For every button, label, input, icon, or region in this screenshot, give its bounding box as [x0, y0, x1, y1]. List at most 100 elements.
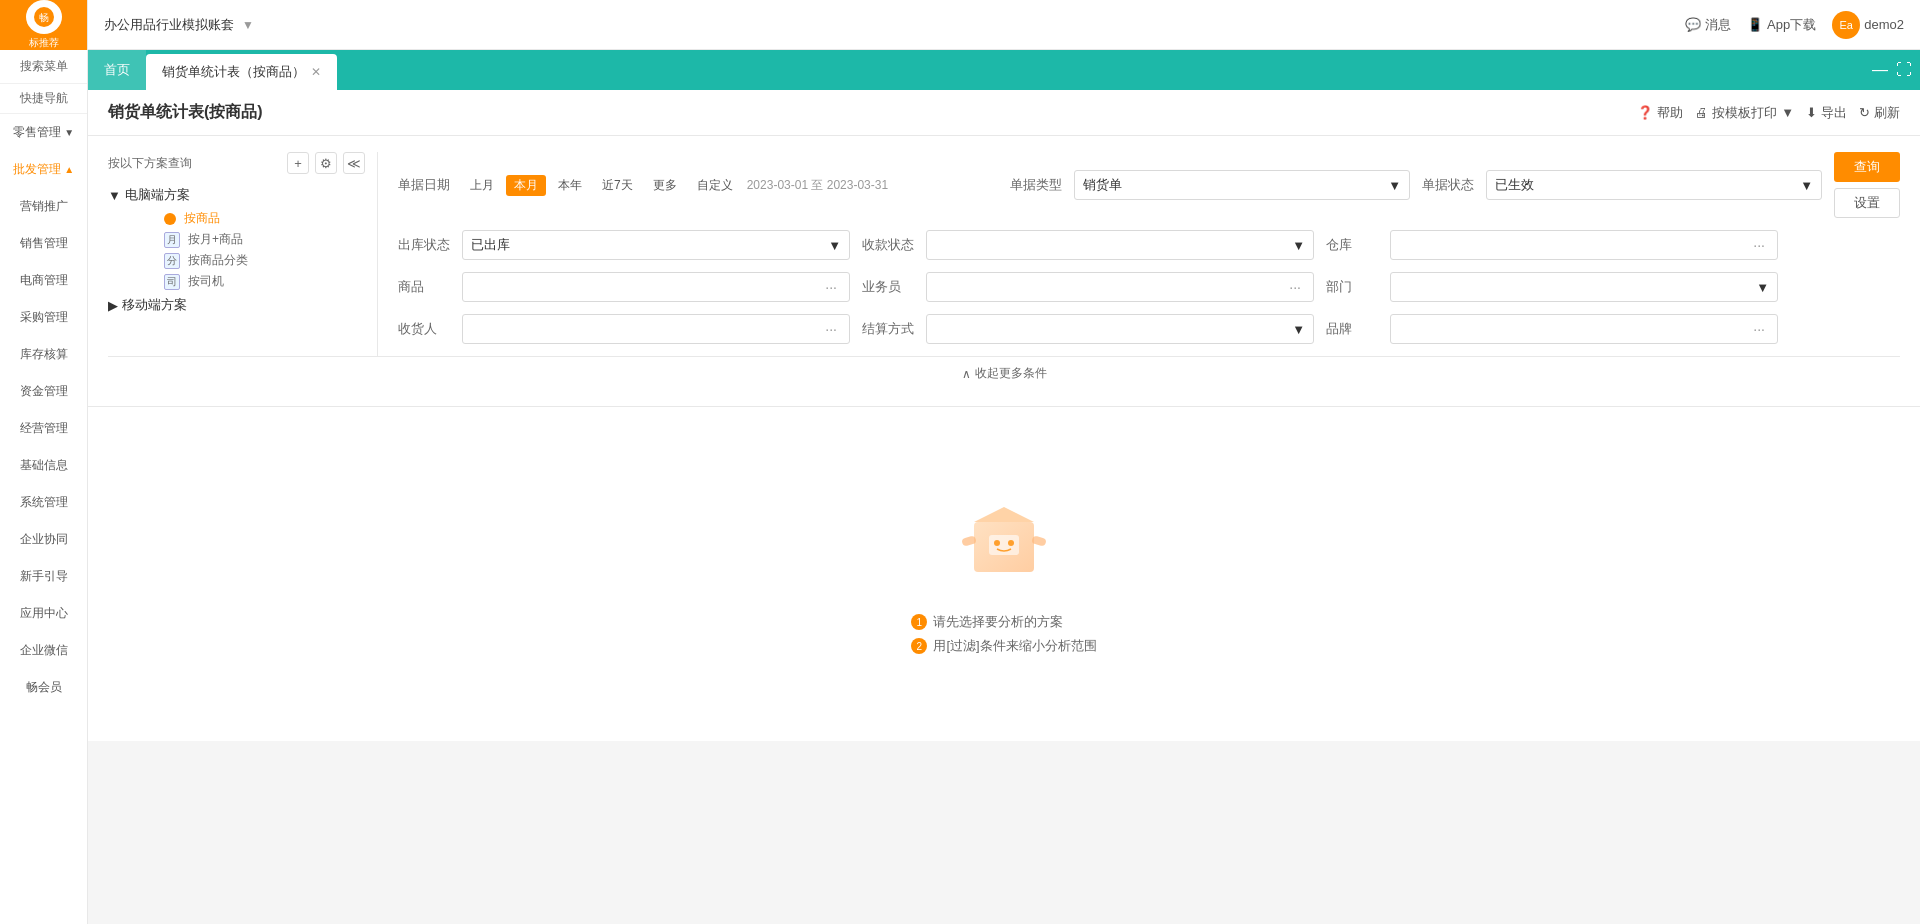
header-dropdown-icon[interactable]: ▼ — [242, 18, 254, 32]
filter-doctype-input[interactable]: 销货单 ▼ — [1074, 170, 1410, 200]
empty-icon — [954, 487, 1054, 587]
filter-outstatus-field: 出库状态 已出库 ▼ — [398, 230, 850, 260]
header-industry-title: 办公用品行业模拟账套 — [104, 16, 234, 34]
scheme-by-category-label: 按商品分类 — [188, 252, 248, 269]
filter-payment-input[interactable]: ▼ — [926, 314, 1314, 344]
salesman-dots-icon[interactable]: ··· — [1285, 279, 1305, 295]
filter-brand-input[interactable]: ··· — [1390, 314, 1778, 344]
sidebar-item-ecommerce[interactable]: 电商管理 — [0, 262, 87, 299]
scheme-desktop[interactable]: ▼ 电脑端方案 — [108, 182, 365, 208]
tab-minimize-icon[interactable]: — — [1872, 61, 1888, 79]
message-label: 消息 — [1705, 16, 1731, 34]
sidebar-item-basic[interactable]: 基础信息 — [0, 447, 87, 484]
scheme-by-driver[interactable]: 司 按司机 — [128, 271, 365, 292]
filter-docstatus-input[interactable]: 已生效 ▼ — [1486, 170, 1822, 200]
sidebar-wholesale-arrow: ▲ — [64, 164, 74, 175]
sidebar-item-guide[interactable]: 新手引导 — [0, 558, 87, 595]
scheme-by-category-icon: 分 — [164, 253, 180, 269]
action-print[interactable]: 🖨 按模板打印 ▼ — [1695, 104, 1794, 122]
filter-scheme-actions: + ⚙ ≪ — [287, 152, 365, 174]
date-btn-custom[interactable]: 自定义 — [689, 175, 741, 196]
filter-row-2: 出库状态 已出库 ▼ 收款状态 ▼ — [398, 230, 1900, 260]
svg-point-4 — [994, 540, 1000, 546]
query-button[interactable]: 查询 — [1834, 152, 1900, 182]
header-message[interactable]: 💬 消息 — [1685, 16, 1731, 34]
main-area: 办公用品行业模拟账套 ▼ 💬 消息 📱 App下载 Ea demo2 首页 销货… — [88, 0, 1920, 924]
tab-home[interactable]: 首页 — [88, 50, 146, 90]
sidebar-item-inventory[interactable]: 库存核算 — [0, 336, 87, 373]
sidebar-item-operation[interactable]: 经营管理 — [0, 410, 87, 447]
filter-dept-input[interactable]: ▼ — [1390, 272, 1778, 302]
filter-payment-field: 结算方式 ▼ — [862, 314, 1314, 344]
tab-sales-report[interactable]: 销货单统计表（按商品） ✕ — [146, 54, 337, 90]
sidebar-item-purchase[interactable]: 采购管理 — [0, 299, 87, 336]
action-help[interactable]: ❓ 帮助 — [1637, 104, 1683, 122]
tip-num-1: 1 — [911, 614, 927, 630]
filter-collectstatus-input[interactable]: ▼ — [926, 230, 1314, 260]
filter-goods-field: 商品 ··· — [398, 272, 850, 302]
filter-action-buttons: 查询 设置 — [1834, 152, 1900, 218]
scheme-by-month-goods[interactable]: 月 按月+商品 — [128, 229, 365, 250]
sidebar-quick-nav[interactable]: 快捷导航 — [0, 84, 87, 114]
tip-num-2: 2 — [911, 638, 927, 654]
refresh-label: 刷新 — [1874, 104, 1900, 122]
filter-warehouse-field: 仓库 ··· — [1326, 230, 1778, 260]
scheme-by-category[interactable]: 分 按商品分类 — [128, 250, 365, 271]
sidebar-item-sales[interactable]: 销售管理 — [0, 225, 87, 262]
filter-warehouse-input[interactable]: ··· — [1390, 230, 1778, 260]
filter-receiver-input[interactable]: ··· — [462, 314, 850, 344]
sidebar-item-enterprise[interactable]: 企业协同 — [0, 521, 87, 558]
scheme-mobile-arrow: ▶ — [108, 298, 118, 313]
header-user[interactable]: Ea demo2 — [1832, 11, 1904, 39]
filter-goods-label: 商品 — [398, 278, 454, 296]
collapse-button[interactable]: ∧ 收起更多条件 — [108, 356, 1900, 390]
sidebar-item-retail[interactable]: 零售管理 ▼ — [0, 114, 87, 151]
header-right: 💬 消息 📱 App下载 Ea demo2 — [1685, 11, 1904, 39]
setting-button[interactable]: 设置 — [1834, 188, 1900, 218]
filter-outstatus-input[interactable]: 已出库 ▼ — [462, 230, 850, 260]
filter-brand-field: 品牌 ··· — [1326, 314, 1778, 344]
brand-dots-icon[interactable]: ··· — [1749, 321, 1769, 337]
tab-bar-end: — ⛶ — [1872, 61, 1920, 79]
sidebar-item-wholesale[interactable]: 批发管理 ▲ — [0, 151, 87, 188]
user-name: demo2 — [1864, 17, 1904, 32]
filter-outstatus-arrow: ▼ — [828, 238, 841, 253]
app-download-label: App下载 — [1767, 16, 1816, 34]
sidebar-item-marketing[interactable]: 营销推广 — [0, 188, 87, 225]
date-btn-thisyear[interactable]: 本年 — [550, 175, 590, 196]
scheme-by-goods[interactable]: 按商品 — [128, 208, 365, 229]
header-app-download[interactable]: 📱 App下载 — [1747, 16, 1816, 34]
receiver-dots-icon[interactable]: ··· — [821, 321, 841, 337]
date-btn-more[interactable]: 更多 — [645, 175, 685, 196]
filter-brand-label: 品牌 — [1326, 320, 1382, 338]
scheme-collapse-icon[interactable]: ≪ — [343, 152, 365, 174]
scheme-mobile[interactable]: ▶ 移动端方案 — [108, 292, 365, 318]
action-export[interactable]: ⬇ 导出 — [1806, 104, 1847, 122]
warehouse-dots-icon[interactable]: ··· — [1749, 237, 1769, 253]
sidebar-search[interactable]: 搜索菜单 — [0, 50, 87, 84]
scheme-edit-icon[interactable]: ⚙ — [315, 152, 337, 174]
sidebar-item-system[interactable]: 系统管理 — [0, 484, 87, 521]
action-refresh[interactable]: ↻ 刷新 — [1859, 104, 1900, 122]
filter-collectstatus-field: 收款状态 ▼ — [862, 230, 1314, 260]
sidebar-item-wechat[interactable]: 企业微信 — [0, 632, 87, 669]
date-btn-lastmonth[interactable]: 上月 — [462, 175, 502, 196]
sidebar-item-finance[interactable]: 资金管理 — [0, 373, 87, 410]
filter-doctype-value: 销货单 — [1083, 176, 1122, 194]
tab-close-icon[interactable]: ✕ — [311, 65, 321, 79]
filter-scheme-title: 按以下方案查询 + ⚙ ≪ — [108, 152, 365, 174]
goods-dots-icon[interactable]: ··· — [821, 279, 841, 295]
scheme-add-icon[interactable]: + — [287, 152, 309, 174]
tab-home-label: 首页 — [104, 61, 130, 79]
date-btn-thismonth[interactable]: 本月 — [506, 175, 546, 196]
tab-maximize-icon[interactable]: ⛶ — [1896, 61, 1912, 79]
scheme-by-goods-label: 按商品 — [184, 210, 220, 227]
sidebar-item-appstore[interactable]: 应用中心 — [0, 595, 87, 632]
sidebar-item-member[interactable]: 畅会员 — [0, 669, 87, 706]
svg-rect-3 — [989, 535, 1019, 555]
filter-goods-input[interactable]: ··· — [462, 272, 850, 302]
date-shortcuts: 上月 本月 本年 近7天 更多 自定义 — [462, 175, 741, 196]
filter-salesman-input[interactable]: ··· — [926, 272, 1314, 302]
date-btn-7days[interactable]: 近7天 — [594, 175, 641, 196]
app-download-icon: 📱 — [1747, 17, 1763, 32]
